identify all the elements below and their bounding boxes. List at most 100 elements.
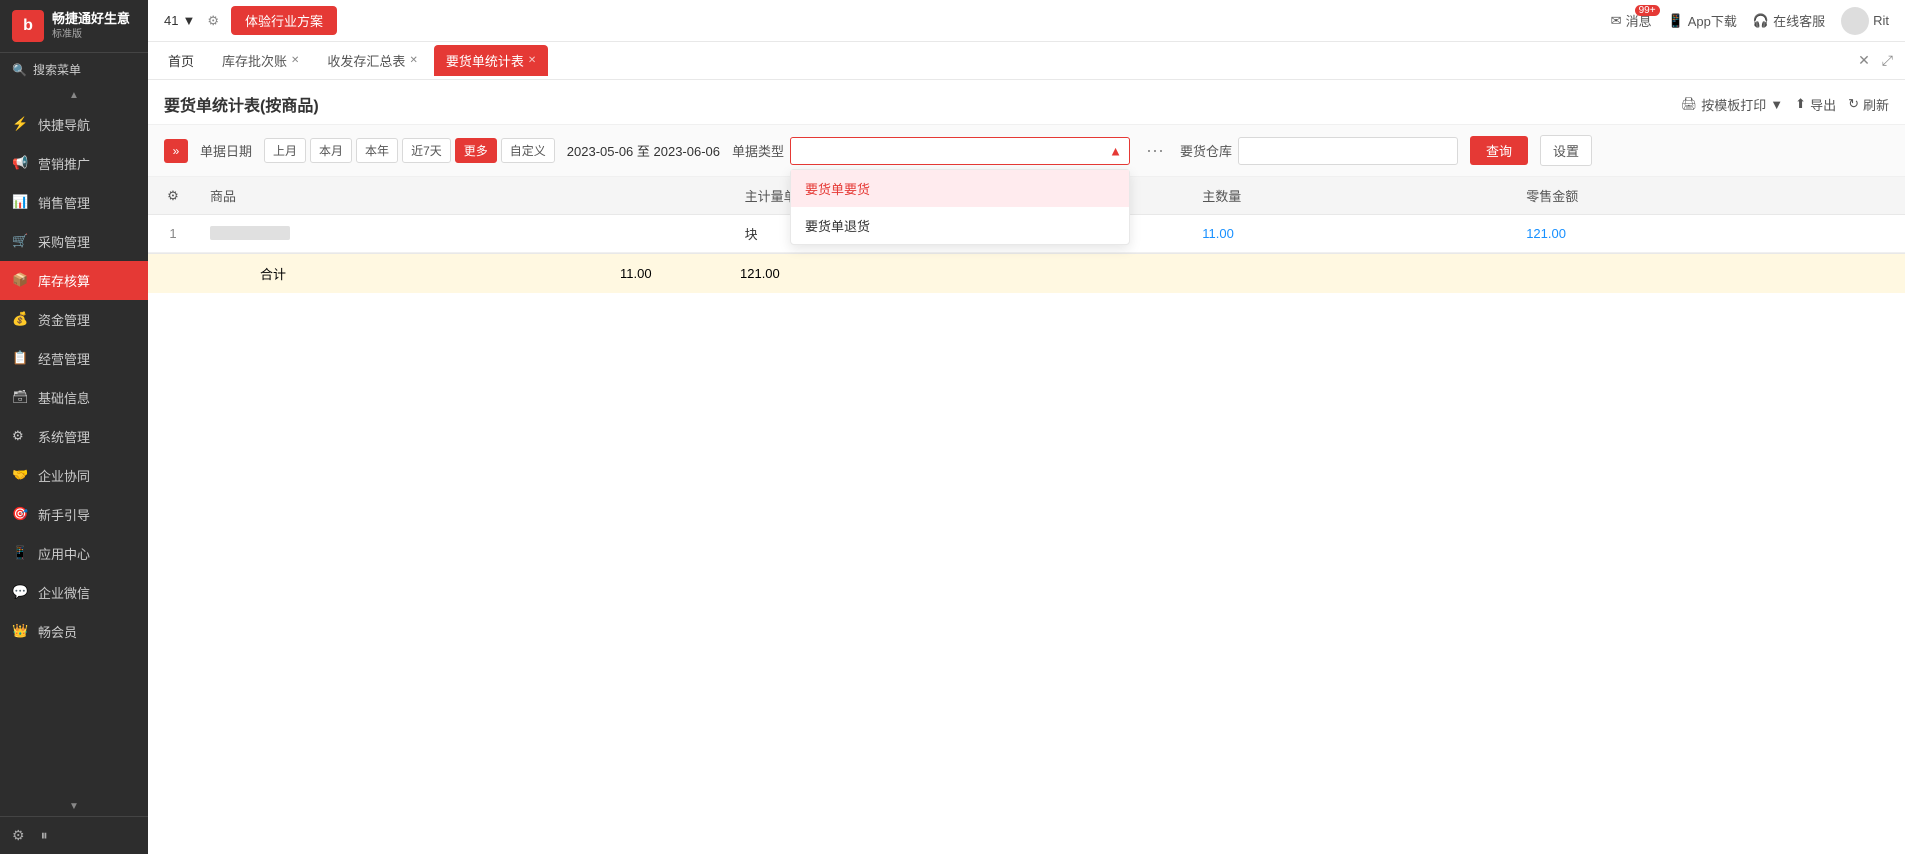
sidebar-item-finance[interactable]: 💰 资金管理 xyxy=(0,300,148,339)
qty-link[interactable]: 11.00 xyxy=(1202,226,1234,241)
col-qty: 主数量 xyxy=(1190,177,1514,215)
sidebar-item-marketing[interactable]: 📢 营销推广 xyxy=(0,144,148,183)
trial-button[interactable]: 体验行业方案 xyxy=(231,6,337,35)
total-label-text: 合计 xyxy=(260,264,480,283)
inventory-icon: 📦 xyxy=(12,272,30,290)
quick-nav-icon: ⚡ xyxy=(12,116,30,134)
export-button[interactable]: ⬆ 导出 xyxy=(1795,95,1836,114)
service-icon: 🎧 xyxy=(1753,13,1769,29)
col-product: 商品 xyxy=(198,177,733,215)
total-label: 合计 xyxy=(260,267,286,282)
app-name: 畅捷通好生意 xyxy=(52,11,130,28)
sidebar-item-inventory[interactable]: 📦 库存核算 xyxy=(0,261,148,300)
logo-icon: b xyxy=(12,10,44,42)
scroll-up-arrow[interactable]: ▲ xyxy=(67,88,81,103)
print-icon: 🖨 xyxy=(1681,96,1698,112)
type-input[interactable] xyxy=(790,137,1130,165)
col-settings[interactable]: ⚙ xyxy=(148,177,198,215)
collapse-icon[interactable]: ⏸ xyxy=(41,827,48,844)
date-btn-last-month[interactable]: 上月 xyxy=(264,138,306,163)
online-service-group[interactable]: 🎧 在线客服 xyxy=(1753,11,1825,30)
sidebar-item-guide[interactable]: 🎯 新手引导 xyxy=(0,495,148,534)
apps-icon: 📱 xyxy=(12,545,30,563)
sidebar-item-quick-nav[interactable]: ⚡ 快捷导航 xyxy=(0,105,148,144)
sidebar-item-sales[interactable]: 📊 销售管理 xyxy=(0,183,148,222)
sidebar-item-label: 畅会员 xyxy=(38,622,77,641)
user-name: Rit xyxy=(1873,13,1889,28)
sidebar-item-system[interactable]: ⚙ 系统管理 xyxy=(0,417,148,456)
print-label: 按模板打印 xyxy=(1701,95,1766,114)
sidebar-item-member[interactable]: 👑 畅会员 xyxy=(0,612,148,651)
guide-icon: 🎯 xyxy=(12,506,30,524)
sidebar-item-label: 经营管理 xyxy=(38,349,90,368)
date-range-display: 2023-05-06 至 2023-06-06 xyxy=(567,141,720,160)
total-amount-value: 121.00 xyxy=(740,266,780,281)
sidebar-item-operations[interactable]: 📋 经营管理 xyxy=(0,339,148,378)
cell-seq: 1 xyxy=(148,215,198,253)
cell-qty: 11.00 xyxy=(1190,215,1514,253)
sidebar-item-enterprise[interactable]: 🤝 企业协同 xyxy=(0,456,148,495)
warehouse-filter-group: 要货仓库 xyxy=(1180,137,1458,165)
warehouse-label: 要货仓库 xyxy=(1180,141,1232,160)
date-label: 单据日期 xyxy=(200,141,252,160)
top-header: 41 ▼ ⚙ 体验行业方案 ✉ 消息 99+ 📱 App下载 🎧 在线客服 R xyxy=(148,0,1905,42)
date-btn-this-month[interactable]: 本月 xyxy=(310,138,352,163)
online-service-label: 在线客服 xyxy=(1773,11,1825,30)
scroll-down-arrow[interactable]: ▼ xyxy=(67,799,81,814)
date-btn-custom[interactable]: 自定义 xyxy=(501,138,555,163)
search-menu[interactable]: 🔍 搜索菜单 xyxy=(0,53,148,86)
page-container: 要货单统计表(按商品) 🖨 按模板打印 ▼ ⬆ 导出 ↻ 刷新 xyxy=(148,80,1905,854)
date-btn-this-year[interactable]: 本年 xyxy=(356,138,398,163)
settings-bottom-icon[interactable]: ⚙ xyxy=(12,827,25,844)
sales-icon: 📊 xyxy=(12,194,30,212)
warehouse-input[interactable] xyxy=(1238,137,1458,165)
operations-icon: 📋 xyxy=(12,350,30,368)
filter-expand-button[interactable]: » xyxy=(164,139,188,163)
col-amount: 零售金额 xyxy=(1514,177,1905,215)
date-btn-7days[interactable]: 近7天 xyxy=(402,138,451,163)
tab-close-inventory-batch[interactable]: ✕ xyxy=(291,55,299,66)
total-amount: 121.00 xyxy=(740,266,860,281)
date-btn-more[interactable]: 更多 xyxy=(455,138,497,163)
print-button[interactable]: 🖨 按模板打印 ▼ xyxy=(1681,95,1783,114)
sidebar-item-apps[interactable]: 📱 应用中心 xyxy=(0,534,148,573)
sidebar-item-label: 基础信息 xyxy=(38,388,90,407)
tab-close-all-button[interactable]: ✕ xyxy=(1854,48,1874,73)
sidebar-item-wechat[interactable]: 💬 企业微信 xyxy=(0,573,148,612)
amount-link[interactable]: 121.00 xyxy=(1526,226,1566,241)
refresh-button[interactable]: ↻ 刷新 xyxy=(1848,95,1889,114)
type-option-order-return[interactable]: 要货单退货 xyxy=(791,207,1129,244)
query-button[interactable]: 查询 xyxy=(1470,136,1528,165)
app-download-group[interactable]: 📱 App下载 xyxy=(1668,11,1737,30)
sidebar-item-label: 营销推广 xyxy=(38,154,90,173)
tab-home-label: 首页 xyxy=(168,51,194,70)
system-icon: ⚙ xyxy=(12,428,30,446)
message-group[interactable]: ✉ 消息 99+ xyxy=(1611,11,1652,30)
sidebar-bottom: ⚙ ⏸ xyxy=(0,816,148,854)
header-left: 41 ▼ ⚙ 体验行业方案 xyxy=(164,6,337,35)
sidebar-item-basic[interactable]: 🗃 基础信息 xyxy=(0,378,148,417)
tab-close-receive-summary[interactable]: ✕ xyxy=(409,55,417,66)
tab-close-order-summary[interactable]: ✕ xyxy=(528,55,536,66)
app-logo: b 畅捷通好生意 标准版 xyxy=(0,0,148,53)
sidebar-item-label: 快捷导航 xyxy=(38,115,90,134)
tab-home[interactable]: 首页 xyxy=(156,45,206,76)
type-option-order-goods[interactable]: 要货单要货 xyxy=(791,170,1129,207)
cell-amount: 121.00 xyxy=(1514,215,1905,253)
member-icon: 👑 xyxy=(12,623,30,641)
sidebar-item-label: 采购管理 xyxy=(38,232,90,251)
total-row: 合计 11.00 121.00 xyxy=(148,253,1905,293)
user-avatar xyxy=(1841,7,1869,35)
more-filter-icon[interactable]: ··· xyxy=(1142,140,1168,161)
header-settings-icon[interactable]: ⚙ xyxy=(207,13,219,29)
message-badge: 99+ xyxy=(1635,5,1660,16)
tab-expand-button[interactable]: ⤢ xyxy=(1878,48,1897,73)
tab-order-summary[interactable]: 要货单统计表 ✕ xyxy=(434,45,548,76)
settings-filter-button[interactable]: 设置 xyxy=(1540,135,1592,166)
main-content: 41 ▼ ⚙ 体验行业方案 ✉ 消息 99+ 📱 App下载 🎧 在线客服 R xyxy=(148,0,1905,854)
tab-receive-summary[interactable]: 收发存汇总表 ✕ xyxy=(315,45,429,76)
sidebar-item-purchase[interactable]: 🛒 采购管理 xyxy=(0,222,148,261)
tab-inventory-batch[interactable]: 库存批次账 ✕ xyxy=(210,45,311,76)
store-selector[interactable]: 41 ▼ xyxy=(164,13,195,28)
user-avatar-group[interactable]: Rit xyxy=(1841,7,1889,35)
